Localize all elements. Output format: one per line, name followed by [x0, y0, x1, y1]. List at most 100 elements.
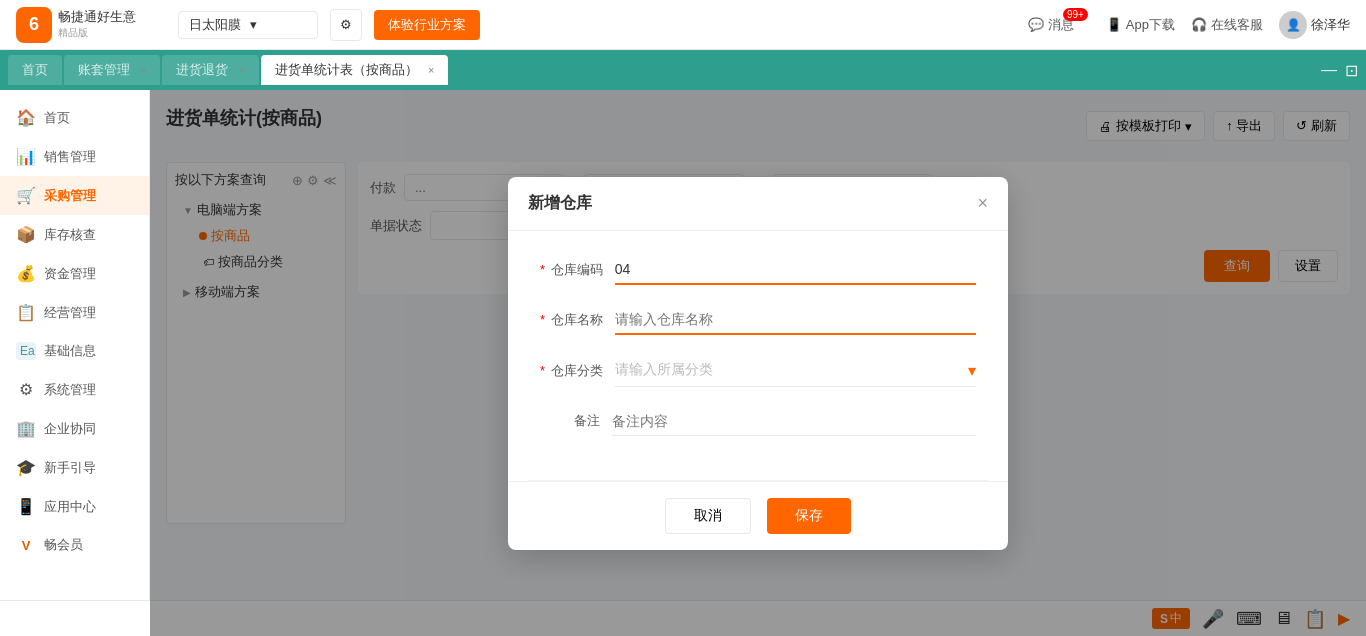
- app-download-item[interactable]: 📱 App下载: [1106, 16, 1175, 34]
- form-row-name: * 仓库名称: [540, 305, 976, 335]
- sidebar-home-label: 首页: [44, 109, 70, 127]
- remark-input[interactable]: [612, 407, 976, 436]
- gear-button[interactable]: ⚙: [330, 9, 362, 41]
- finance-icon: 💰: [16, 264, 36, 283]
- logo-icon: 6: [16, 7, 52, 43]
- tab-purchase-stat-label: 进货单统计表（按商品）: [275, 61, 418, 79]
- sidebar-sales-label: 销售管理: [44, 148, 96, 166]
- modal-body: * 仓库编码 * 仓库名称: [508, 231, 1008, 480]
- sidebar-finance-label: 资金管理: [44, 265, 96, 283]
- tab-expand-icon[interactable]: ⊡: [1345, 61, 1358, 80]
- tab-purchase-stat[interactable]: 进货单统计表（按商品） ×: [261, 55, 448, 85]
- app-download-label: App下载: [1126, 16, 1175, 34]
- sidebar-basic-info-label: 基础信息: [44, 342, 96, 360]
- header-right: 💬 消息 99+ 📱 App下载 🎧 在线客服 👤 徐泽华: [1028, 11, 1350, 39]
- sidebar-item-operations[interactable]: 📋 经营管理: [0, 293, 149, 332]
- enterprise-icon: 🏢: [16, 419, 36, 438]
- modal-footer: 取消 保存: [508, 481, 1008, 550]
- category-select-row[interactable]: 请输入所属分类 ▾: [615, 355, 976, 387]
- tab-purchase-return-close[interactable]: ×: [238, 64, 244, 76]
- member-icon: V: [16, 538, 36, 553]
- tab-bar-right: — ⊡: [1321, 61, 1358, 80]
- message-icon: 💬: [1028, 17, 1044, 32]
- logo-edition: 精品版: [58, 26, 136, 40]
- tab-account-close[interactable]: ×: [140, 64, 146, 76]
- user-menu[interactable]: 👤 徐泽华: [1279, 11, 1350, 39]
- sidebar-member-label: 畅会员: [44, 536, 83, 554]
- code-label: * 仓库编码: [540, 261, 603, 279]
- tab-purchase-stat-close[interactable]: ×: [428, 64, 434, 76]
- sidebar-item-sales[interactable]: 📊 销售管理: [0, 137, 149, 176]
- tab-home-label: 首页: [22, 61, 48, 79]
- sales-icon: 📊: [16, 147, 36, 166]
- sidebar-inventory-label: 库存核查: [44, 226, 96, 244]
- tab-purchase-return[interactable]: 进货退货 ×: [162, 55, 258, 85]
- dropdown-icon: ▾: [250, 17, 307, 32]
- purchase-icon: 🛒: [16, 186, 36, 205]
- required-star-code: *: [540, 262, 545, 277]
- main-layout: 🏠 首页 📊 销售管理 🛒 采购管理 📦 库存核查 💰 资金管理 📋 经营管理 …: [0, 90, 1366, 636]
- name-label: * 仓库名称: [540, 311, 603, 329]
- cancel-button[interactable]: 取消: [665, 498, 751, 534]
- sidebar-purchase-label: 采购管理: [44, 187, 96, 205]
- category-dropdown-icon: ▾: [968, 361, 976, 380]
- gear-icon: ⚙: [340, 17, 352, 32]
- form-row-code: * 仓库编码: [540, 255, 976, 285]
- sidebar-item-home[interactable]: 🏠 首页: [0, 98, 149, 137]
- sidebar: 🏠 首页 📊 销售管理 🛒 采购管理 📦 库存核查 💰 资金管理 📋 经营管理 …: [0, 90, 150, 636]
- experience-button[interactable]: 体验行业方案: [374, 10, 480, 40]
- content-area: 进货单统计(按商品) 🖨 按模板打印 ▾ ↑ 导出 ↺ 刷新: [150, 90, 1366, 636]
- sidebar-item-inventory[interactable]: 📦 库存核查: [0, 215, 149, 254]
- new-warehouse-modal: 新增仓库 × * 仓库编码 *: [508, 177, 1008, 550]
- message-item[interactable]: 💬 消息 99+: [1028, 16, 1074, 34]
- save-button[interactable]: 保存: [767, 498, 851, 534]
- sidebar-item-app-center[interactable]: 📱 应用中心: [0, 487, 149, 526]
- online-service-item[interactable]: 🎧 在线客服: [1191, 16, 1263, 34]
- basic-info-icon: Ea: [16, 342, 36, 360]
- modal-header: 新增仓库 ×: [508, 177, 1008, 231]
- tab-purchase-return-label: 进货退货: [176, 61, 228, 79]
- message-badge: 99+: [1063, 8, 1088, 21]
- sidebar-app-center-label: 应用中心: [44, 498, 96, 516]
- phone-icon: 📱: [1106, 17, 1122, 32]
- tab-account-label: 账套管理: [78, 61, 130, 79]
- tab-home[interactable]: 首页: [8, 55, 62, 85]
- tab-collapse-icon[interactable]: —: [1321, 61, 1337, 80]
- sidebar-guide-label: 新手引导: [44, 459, 96, 477]
- modal-overlay[interactable]: 新增仓库 × * 仓库编码 *: [150, 90, 1366, 636]
- sidebar-item-finance[interactable]: 💰 资金管理: [0, 254, 149, 293]
- operations-icon: 📋: [16, 303, 36, 322]
- sidebar-item-basic-info[interactable]: Ea 基础信息: [0, 332, 149, 370]
- top-header: 6 畅捷通好生意 精品版 日太阳膜 ▾ ⚙ 体验行业方案 💬 消息 99+ 📱 …: [0, 0, 1366, 50]
- app-center-icon: 📱: [16, 497, 36, 516]
- guide-icon: 🎓: [16, 458, 36, 477]
- sidebar-item-enterprise[interactable]: 🏢 企业协同: [0, 409, 149, 448]
- system-icon: ⚙: [16, 380, 36, 399]
- home-icon: 🏠: [16, 108, 36, 127]
- logo-area: 6 畅捷通好生意 精品版: [16, 7, 166, 43]
- required-star-category: *: [540, 363, 545, 378]
- sidebar-item-purchase[interactable]: 🛒 采购管理: [0, 176, 149, 215]
- form-row-category: * 仓库分类 请输入所属分类 ▾: [540, 355, 976, 387]
- modal-close-button[interactable]: ×: [977, 193, 988, 214]
- warehouse-name-input[interactable]: [615, 305, 976, 335]
- headset-icon: 🎧: [1191, 17, 1207, 32]
- inventory-icon: 📦: [16, 225, 36, 244]
- tab-account[interactable]: 账套管理 ×: [64, 55, 160, 85]
- sidebar-system-label: 系统管理: [44, 381, 96, 399]
- form-row-remark: 备注: [540, 407, 976, 436]
- store-selector[interactable]: 日太阳膜 ▾: [178, 11, 318, 39]
- store-name: 日太阳膜: [189, 16, 246, 34]
- sidebar-item-member[interactable]: V 畅会员: [0, 526, 149, 564]
- logo-brand: 畅捷通好生意: [58, 9, 136, 26]
- sidebar-item-system[interactable]: ⚙ 系统管理: [0, 370, 149, 409]
- sidebar-operations-label: 经营管理: [44, 304, 96, 322]
- category-label: * 仓库分类: [540, 362, 603, 380]
- sidebar-enterprise-label: 企业协同: [44, 420, 96, 438]
- remark-label: 备注: [540, 412, 600, 430]
- username: 徐泽华: [1311, 16, 1350, 34]
- required-star-name: *: [540, 312, 545, 327]
- warehouse-code-input[interactable]: [615, 255, 976, 285]
- sidebar-item-guide[interactable]: 🎓 新手引导: [0, 448, 149, 487]
- modal-title: 新增仓库: [528, 193, 592, 214]
